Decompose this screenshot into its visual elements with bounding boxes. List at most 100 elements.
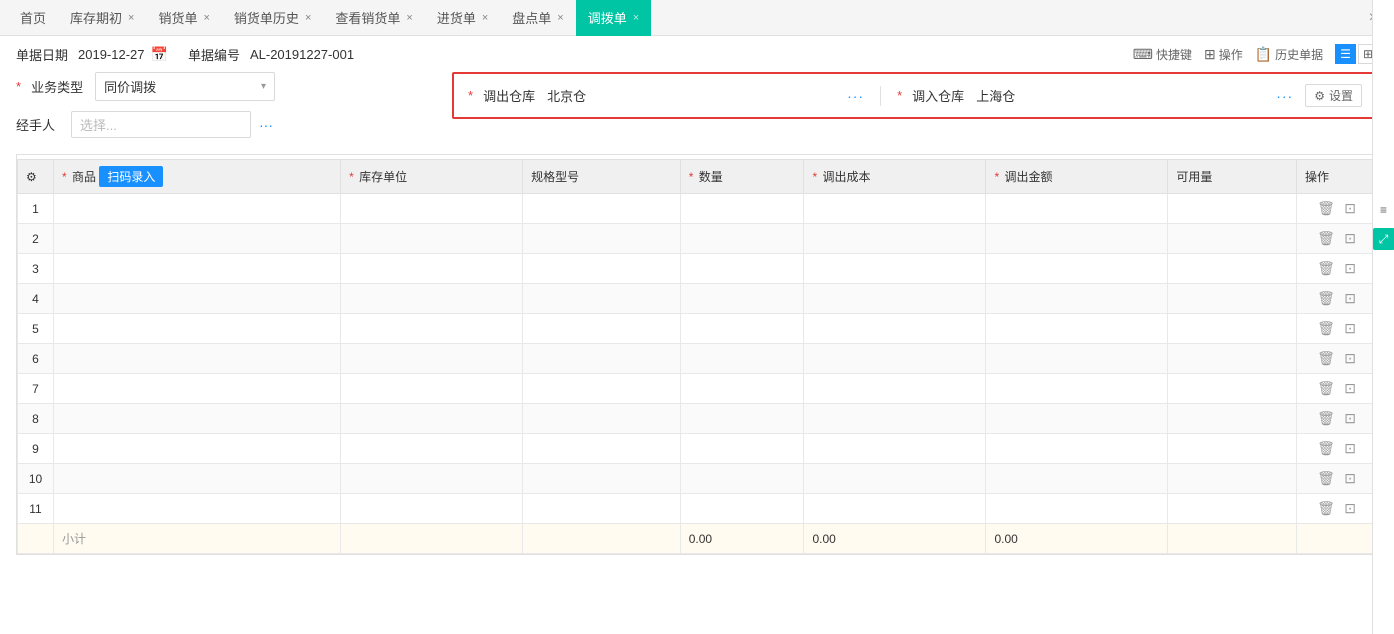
sidebar-expand-icon[interactable]: ⤢ xyxy=(1373,228,1394,250)
shortcuts-button[interactable]: ⌨ 快捷键 xyxy=(1133,46,1192,63)
tab-close-inventory-check[interactable]: × xyxy=(557,12,563,24)
delete-row-5-icon[interactable]: 🗑 xyxy=(1317,320,1335,337)
warehouse-in-label: 调入仓库 xyxy=(912,86,964,105)
product-header: * 商品 扫码录入 xyxy=(54,160,341,194)
delete-row-8-icon[interactable]: 🗑 xyxy=(1317,410,1335,427)
items-table: ⚙ * 商品 扫码录入 * 库存单位 规格型号 * 数量 xyxy=(17,159,1377,554)
shortcuts-label: 快捷键 xyxy=(1156,46,1192,63)
sidebar-list-icon[interactable]: ≡ xyxy=(1374,200,1394,220)
available-header: 可用量 xyxy=(1168,160,1297,194)
copy-row-1-icon[interactable]: ⊡ xyxy=(1344,200,1356,217)
tab-close-purchase[interactable]: × xyxy=(482,12,488,24)
tab-close-sales-history[interactable]: × xyxy=(305,12,311,24)
scan-button[interactable]: 扫码录入 xyxy=(99,166,163,187)
handler-more-icon[interactable]: ··· xyxy=(259,117,273,133)
table-header-row: ⚙ * 商品 扫码录入 * 库存单位 规格型号 * 数量 xyxy=(18,160,1377,194)
copy-row-6-icon[interactable]: ⊡ xyxy=(1344,350,1356,367)
subtotal-cost: 0.00 xyxy=(804,524,986,554)
delete-row-6-icon[interactable]: 🗑 xyxy=(1317,350,1335,367)
right-sidebar: ≡ ⤢ xyxy=(1372,0,1394,634)
amount-header: * 调出金额 xyxy=(986,160,1168,194)
copy-row-8-icon[interactable]: ⊡ xyxy=(1344,410,1356,427)
delete-row-10-icon[interactable]: 🗑 xyxy=(1317,470,1335,487)
calendar-icon[interactable]: 📅 xyxy=(151,46,168,63)
copy-row-10-icon[interactable]: ⊡ xyxy=(1344,470,1356,487)
table-row: 2 🗑 ⊡ xyxy=(18,224,1377,254)
table-row: 6 🗑 ⊡ xyxy=(18,344,1377,374)
tab-close-sales-order[interactable]: × xyxy=(203,12,209,24)
copy-row-4-icon[interactable]: ⊡ xyxy=(1344,290,1356,307)
table-row: 1 🗑 ⊡ xyxy=(18,194,1377,224)
delete-row-11-icon[interactable]: 🗑 xyxy=(1317,500,1335,517)
operations-button[interactable]: ⊞ 操作 xyxy=(1204,46,1243,63)
select-arrow-icon: ▾ xyxy=(261,81,266,92)
tab-inventory-init[interactable]: 库存期初 × xyxy=(58,0,146,36)
delete-row-7-icon[interactable]: 🗑 xyxy=(1317,380,1335,397)
table-row: 7 🗑 ⊡ xyxy=(18,374,1377,404)
subtotal-amount: 0.00 xyxy=(986,524,1168,554)
copy-row-2-icon[interactable]: ⊡ xyxy=(1344,230,1356,247)
tab-inventory-check[interactable]: 盘点单 × xyxy=(500,0,575,36)
qty-header: * 数量 xyxy=(680,160,804,194)
tab-home[interactable]: 首页 xyxy=(8,0,58,36)
tab-transfer[interactable]: 调拨单 × xyxy=(576,0,651,36)
gear-header[interactable]: ⚙ xyxy=(18,160,54,194)
table-row: 8 🗑 ⊡ xyxy=(18,404,1377,434)
subtotal-label: 小计 xyxy=(62,532,86,546)
tab-purchase[interactable]: 进货单 × xyxy=(425,0,500,36)
cost-header: * 调出成本 xyxy=(804,160,986,194)
operations-label: 操作 xyxy=(1219,46,1243,63)
tab-close-view-sales[interactable]: × xyxy=(406,12,412,24)
settings-button[interactable]: ⚙ 设置 xyxy=(1305,84,1362,107)
date-label: 单据日期 xyxy=(16,45,68,64)
doc-no-field-group: 单据编号 AL-20191227-001 xyxy=(188,45,354,64)
table-row: 11 🗑 ⊡ xyxy=(18,494,1377,524)
form-header-row: 单据日期 2019-12-27 📅 单据编号 AL-20191227-001 ⌨… xyxy=(16,44,1378,64)
doc-no-value: AL-20191227-001 xyxy=(250,47,354,62)
operations-icon: ⊞ xyxy=(1204,46,1216,63)
handler-row: 经手人 选择... ··· xyxy=(16,111,436,138)
delete-row-9-icon[interactable]: 🗑 xyxy=(1317,440,1335,457)
copy-row-7-icon[interactable]: ⊡ xyxy=(1344,380,1356,397)
tab-sales-order[interactable]: 销货单 × xyxy=(146,0,221,36)
shortcuts-icon: ⌨ xyxy=(1133,46,1153,63)
settings-icon: ⚙ xyxy=(1314,89,1325,103)
delete-row-1-icon[interactable]: 🗑 xyxy=(1317,200,1335,217)
handler-input[interactable]: 选择... xyxy=(71,111,251,138)
copy-row-11-icon[interactable]: ⊡ xyxy=(1344,500,1356,517)
business-type-row: * 业务类型 同价调拨 ▾ xyxy=(16,72,436,101)
layout-list-button[interactable]: ☰ xyxy=(1335,44,1356,64)
history-button[interactable]: 📋 历史单据 xyxy=(1255,46,1323,63)
subtotal-row: 小计 0.00 0.00 0.00 xyxy=(18,524,1377,554)
doc-no-label: 单据编号 xyxy=(188,45,240,64)
tab-sales-history[interactable]: 销货单历史 × xyxy=(222,0,323,36)
delete-row-3-icon[interactable]: 🗑 xyxy=(1317,260,1335,277)
date-field-group: 单据日期 2019-12-27 📅 xyxy=(16,45,168,64)
warehouse-divider xyxy=(880,86,881,106)
handler-label: 经手人 xyxy=(16,115,55,134)
warehouse-in-more-button[interactable]: ··· xyxy=(1276,88,1293,104)
subtotal-qty: 0.00 xyxy=(680,524,804,554)
table-row: 5 🗑 ⊡ xyxy=(18,314,1377,344)
warehouse-out-value[interactable]: 北京仓 xyxy=(547,86,586,105)
history-icon: 📋 xyxy=(1255,46,1272,63)
business-type-value: 同价调拨 xyxy=(104,77,156,96)
tab-view-sales[interactable]: 查看销货单 × xyxy=(323,0,424,36)
history-label: 历史单据 xyxy=(1275,46,1323,63)
copy-row-3-icon[interactable]: ⊡ xyxy=(1344,260,1356,277)
table-row: 3 🗑 ⊡ xyxy=(18,254,1377,284)
warehouse-in-value[interactable]: 上海仓 xyxy=(976,86,1015,105)
data-table-container: ⚙ * 商品 扫码录入 * 库存单位 规格型号 * 数量 xyxy=(16,154,1378,555)
table-row: 4 🗑 ⊡ xyxy=(18,284,1377,314)
delete-row-4-icon[interactable]: 🗑 xyxy=(1317,290,1335,307)
tab-close-transfer[interactable]: × xyxy=(633,12,639,24)
copy-row-5-icon[interactable]: ⊡ xyxy=(1344,320,1356,337)
warehouse-out-more-button[interactable]: ··· xyxy=(847,88,864,104)
date-value: 2019-12-27 xyxy=(78,47,145,62)
business-type-select[interactable]: 同价调拨 ▾ xyxy=(95,72,275,101)
copy-row-9-icon[interactable]: ⊡ xyxy=(1344,440,1356,457)
business-type-label: 业务类型 xyxy=(31,77,83,96)
table-row: 9 🗑 ⊡ xyxy=(18,434,1377,464)
delete-row-2-icon[interactable]: 🗑 xyxy=(1317,230,1335,247)
tab-close-inventory-init[interactable]: × xyxy=(128,12,134,24)
